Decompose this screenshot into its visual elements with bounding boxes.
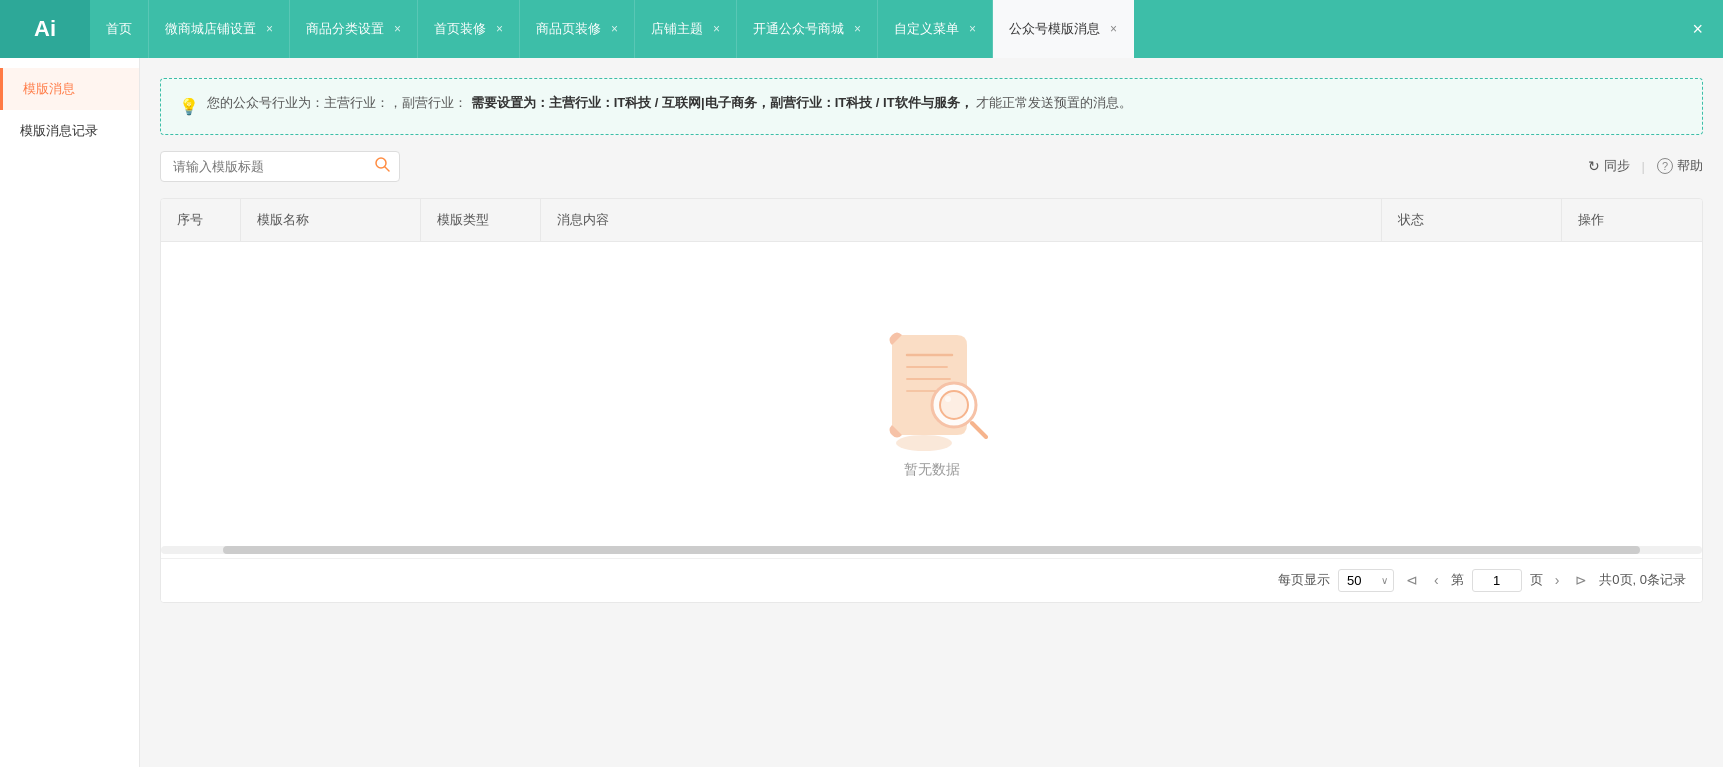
last-page-button[interactable]: ⊳ [1571,570,1591,590]
nav-tab-label: 首页 [106,20,132,38]
data-table: 序号 模版名称 模版类型 消息内容 状态 操作 [160,198,1703,603]
sidebar-item-label: 模版消息记录 [20,123,98,138]
bulb-icon: 💡 [179,94,199,120]
horizontal-scrollbar[interactable] [161,546,1702,554]
sidebar-item-template-message[interactable]: 模版消息 [0,68,139,110]
nav-tab-custom-menu[interactable]: 自定义菜单 × [878,0,993,58]
help-icon: ? [1657,158,1673,174]
help-label: 帮助 [1677,157,1703,175]
page-number-input[interactable] [1472,569,1522,592]
divider: | [1642,159,1645,174]
nav-tab-label: 公众号模版消息 [1009,20,1100,38]
nav-tab-label: 微商城店铺设置 [165,20,256,38]
nav-tab-product-category[interactable]: 商品分类设置 × [290,0,418,58]
search-button[interactable] [375,157,390,175]
nav-tab-home[interactable]: 首页 [90,0,149,58]
close-icon[interactable]: × [969,23,976,35]
scrollbar-thumb[interactable] [223,546,1641,554]
nav-tab-shop-theme[interactable]: 店铺主题 × [635,0,737,58]
nav-tab-open-mall[interactable]: 开通公众号商城 × [737,0,878,58]
empty-icon [872,325,992,445]
close-icon[interactable]: × [854,23,861,35]
top-nav: Ai 首页 微商城店铺设置 × 商品分类设置 × 首页装修 × 商品页装修 × … [0,0,1723,58]
sync-icon: ↻ [1588,158,1600,174]
notice-box: 💡 您的公众号行业为：主营行业：，副营行业： 需要设置为：主营行业：IT科技 /… [160,78,1703,135]
prev-page-button[interactable]: ‹ [1430,570,1443,590]
close-icon[interactable]: × [611,23,618,35]
nav-tab-label: 店铺主题 [651,20,703,38]
nav-tabs-area: 首页 微商城店铺设置 × 商品分类设置 × 首页装修 × 商品页装修 × 店铺主… [90,0,1672,58]
pagination-summary: 共0页, 0条记录 [1599,571,1686,589]
page-size-label: 每页显示 [1278,571,1330,589]
svg-line-11 [972,423,986,437]
search-actions: ↻ 同步 | ? 帮助 [1588,157,1703,175]
search-input[interactable] [160,151,400,182]
main-layout: 模版消息 模版消息记录 💡 您的公众号行业为：主营行业：，副营行业： 需要设置为… [0,58,1723,767]
first-page-button[interactable]: ⊲ [1402,570,1422,590]
th-name: 模版名称 [241,199,421,241]
search-bar: ↻ 同步 | ? 帮助 [160,151,1703,182]
svg-line-1 [385,167,389,171]
nav-tab-label: 开通公众号商城 [753,20,844,38]
sidebar-item-template-message-record[interactable]: 模版消息记录 [0,110,139,152]
th-index: 序号 [161,199,241,241]
th-actions: 操作 [1562,199,1702,241]
svg-point-12 [945,396,951,402]
sidebar: 模版消息 模版消息记录 [0,58,140,767]
brand-logo: Ai [0,0,90,58]
close-icon[interactable]: × [266,23,273,35]
sync-label: 同步 [1604,157,1630,175]
sync-button[interactable]: ↻ 同步 [1588,157,1630,175]
sidebar-item-label: 模版消息 [23,81,75,96]
global-close-button[interactable]: × [1672,0,1723,58]
search-input-wrap [160,151,400,182]
nav-tab-label: 自定义菜单 [894,20,959,38]
empty-state: 暂无数据 [161,242,1702,542]
nav-tab-product-decor[interactable]: 商品页装修 × [520,0,635,58]
page-label: 第 [1451,571,1464,589]
next-page-button[interactable]: › [1551,570,1564,590]
close-icon[interactable]: × [496,23,503,35]
nav-tab-home-decor[interactable]: 首页装修 × [418,0,520,58]
nav-tab-label: 首页装修 [434,20,486,38]
notice-text: 您的公众号行业为：主营行业：，副营行业： 需要设置为：主营行业：IT科技 / 互… [207,93,1132,114]
pagination: 每页显示 10 20 50 100 ⊲ ‹ 第 页 › ⊳ 共0页, 0条记录 [161,558,1702,602]
close-icon[interactable]: × [394,23,401,35]
close-icon[interactable]: × [1110,23,1117,35]
page-unit: 页 [1530,571,1543,589]
main-content: 💡 您的公众号行业为：主营行业：，副营行业： 需要设置为：主营行业：IT科技 /… [140,58,1723,767]
page-size-select-wrap: 10 20 50 100 [1338,569,1394,592]
help-button[interactable]: ? 帮助 [1657,157,1703,175]
empty-text: 暂无数据 [904,461,960,479]
th-status: 状态 [1382,199,1562,241]
nav-tab-label: 商品分类设置 [306,20,384,38]
nav-tab-template-msg[interactable]: 公众号模版消息 × [993,0,1134,58]
close-icon[interactable]: × [713,23,720,35]
nav-tab-wechat-shop[interactable]: 微商城店铺设置 × [149,0,290,58]
nav-tab-label: 商品页装修 [536,20,601,38]
th-type: 模版类型 [421,199,541,241]
page-size-select[interactable]: 10 20 50 100 [1338,569,1394,592]
table-header: 序号 模版名称 模版类型 消息内容 状态 操作 [161,199,1702,242]
svg-point-2 [896,435,952,451]
th-content: 消息内容 [541,199,1382,241]
